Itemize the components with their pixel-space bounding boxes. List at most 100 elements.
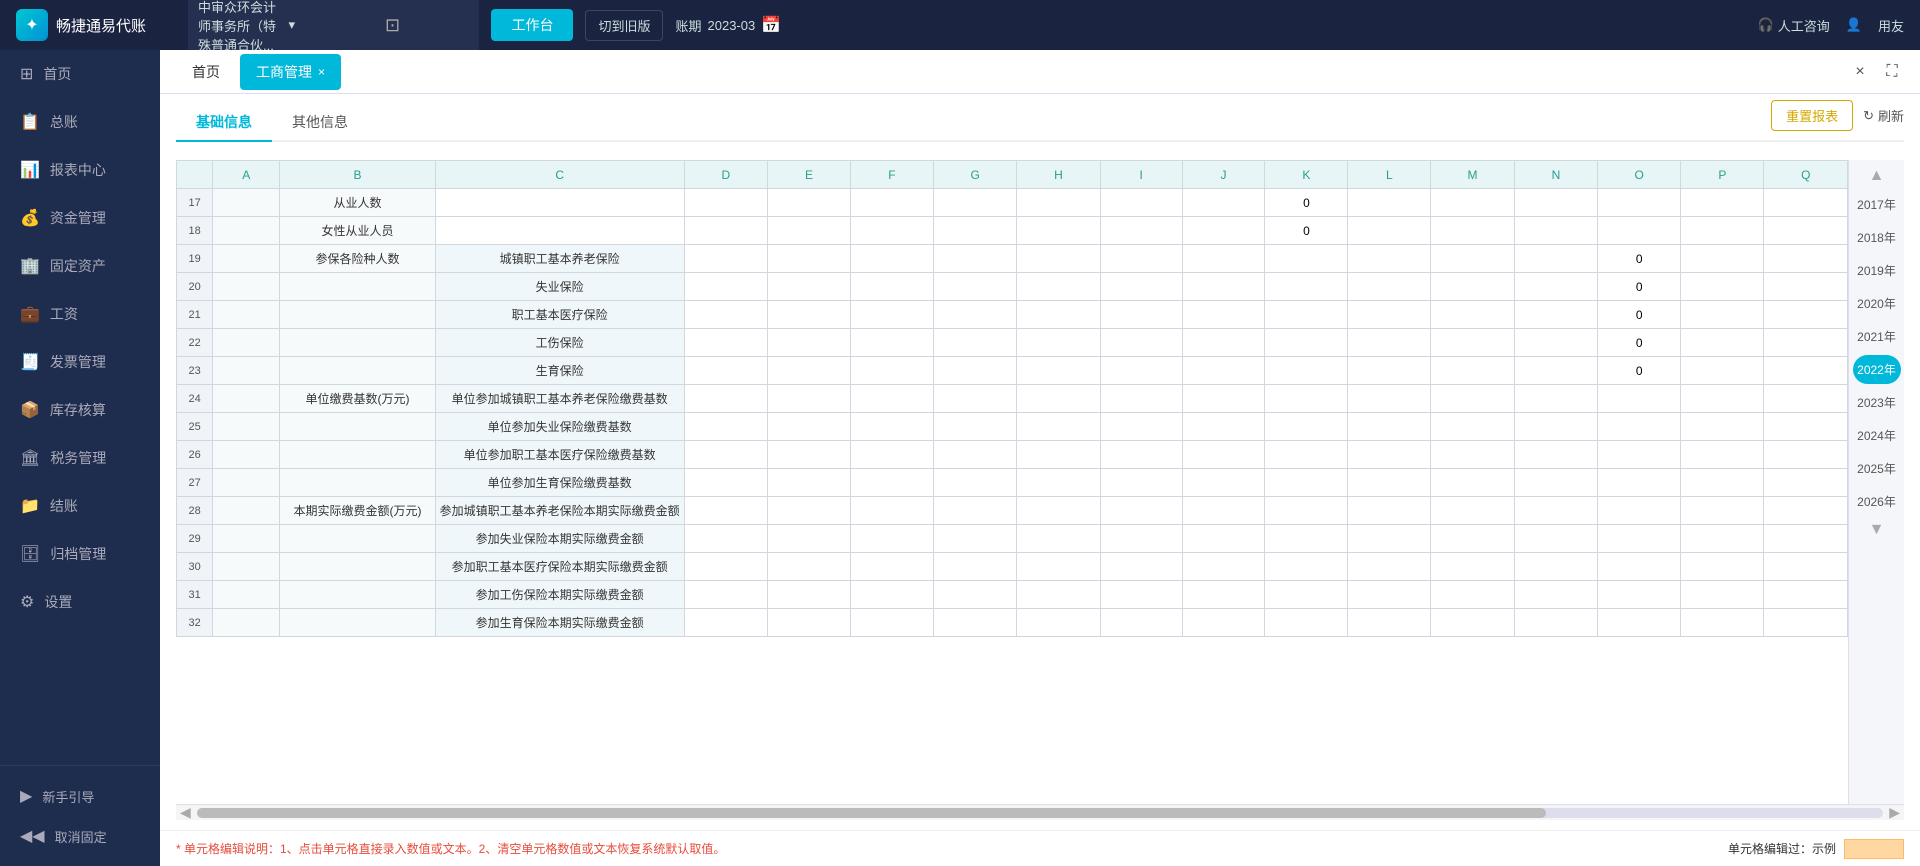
cell-17-q[interactable] <box>1764 189 1848 217</box>
cell-28-p[interactable] <box>1681 497 1764 525</box>
cell-17-k[interactable]: 0 <box>1265 189 1348 217</box>
cell-27-l[interactable] <box>1348 469 1431 497</box>
cell-19-j[interactable] <box>1182 245 1265 273</box>
sidebar-item-settings[interactable]: ⚙ 设置 <box>0 578 160 626</box>
cell-31-o[interactable] <box>1598 581 1681 609</box>
cell-29-n[interactable] <box>1514 525 1597 553</box>
cell-30-n[interactable] <box>1514 553 1597 581</box>
cell-24-c[interactable]: 单位参加城镇职工基本养老保险缴费基数 <box>435 385 684 413</box>
cell-24-d[interactable] <box>684 385 767 413</box>
cell-24-i[interactable] <box>1100 385 1182 413</box>
cell-21-a[interactable] <box>213 301 280 329</box>
cell-20-b[interactable] <box>280 273 435 301</box>
cell-24-a[interactable] <box>213 385 280 413</box>
cell-20-i[interactable] <box>1100 273 1182 301</box>
cell-30-b[interactable] <box>280 553 435 581</box>
year-2025[interactable]: 2025年 <box>1853 454 1901 483</box>
cell-24-q[interactable] <box>1764 385 1848 413</box>
cell-30-h[interactable] <box>1017 553 1100 581</box>
cell-21-o[interactable]: 0 <box>1598 301 1681 329</box>
cell-20-g[interactable] <box>933 273 1016 301</box>
year-2019[interactable]: 2019年 <box>1853 256 1901 285</box>
year-2018[interactable]: 2018年 <box>1853 223 1901 252</box>
cell-23-h[interactable] <box>1017 357 1100 385</box>
cell-29-k[interactable] <box>1265 525 1348 553</box>
cell-32-b[interactable] <box>280 609 435 637</box>
cell-17-n[interactable] <box>1514 189 1597 217</box>
sub-tab-other[interactable]: 其他信息 <box>272 104 368 142</box>
close-window-icon[interactable]: × <box>1848 60 1872 84</box>
cell-20-c[interactable]: 失业保险 <box>435 273 684 301</box>
cell-32-g[interactable] <box>933 609 1016 637</box>
cell-31-h[interactable] <box>1017 581 1100 609</box>
cell-25-b[interactable] <box>280 413 435 441</box>
cell-22-d[interactable] <box>684 329 767 357</box>
cell-19-i[interactable] <box>1100 245 1182 273</box>
cell-31-i[interactable] <box>1100 581 1182 609</box>
cell-30-m[interactable] <box>1431 553 1515 581</box>
cell-21-b[interactable] <box>280 301 435 329</box>
tab-home[interactable]: 首页 <box>176 54 236 90</box>
tab-business[interactable]: 工商管理 × <box>240 54 341 90</box>
cell-27-n[interactable] <box>1514 469 1597 497</box>
cell-27-d[interactable] <box>684 469 767 497</box>
cell-17-g[interactable] <box>933 189 1016 217</box>
cell-28-j[interactable] <box>1182 497 1265 525</box>
cell-30-q[interactable] <box>1764 553 1848 581</box>
cell-32-q[interactable] <box>1764 609 1848 637</box>
year-2026[interactable]: 2026年 <box>1853 487 1901 516</box>
cell-21-n[interactable] <box>1514 301 1597 329</box>
cell-27-e[interactable] <box>767 469 850 497</box>
cell-31-l[interactable] <box>1348 581 1431 609</box>
cell-31-q[interactable] <box>1764 581 1848 609</box>
cell-24-l[interactable] <box>1348 385 1431 413</box>
cell-30-l[interactable] <box>1348 553 1431 581</box>
cell-24-o[interactable] <box>1598 385 1681 413</box>
cell-19-p[interactable] <box>1681 245 1764 273</box>
cell-28-f[interactable] <box>851 497 934 525</box>
cell-31-a[interactable] <box>213 581 280 609</box>
cell-20-e[interactable] <box>767 273 850 301</box>
year-2021[interactable]: 2021年 <box>1853 322 1901 351</box>
cell-32-o[interactable] <box>1598 609 1681 637</box>
cell-31-f[interactable] <box>851 581 934 609</box>
cell-18-k[interactable]: 0 <box>1265 217 1348 245</box>
cell-27-h[interactable] <box>1017 469 1100 497</box>
cell-29-e[interactable] <box>767 525 850 553</box>
cell-21-e[interactable] <box>767 301 850 329</box>
ai-service[interactable]: 🎧 人工咨询 <box>1758 16 1830 35</box>
cell-21-h[interactable] <box>1017 301 1100 329</box>
cell-18-l[interactable] <box>1348 217 1431 245</box>
cell-25-a[interactable] <box>213 413 280 441</box>
cell-23-p[interactable] <box>1681 357 1764 385</box>
cell-29-d[interactable] <box>684 525 767 553</box>
cell-17-m[interactable] <box>1431 189 1515 217</box>
cell-26-k[interactable] <box>1265 441 1348 469</box>
cell-31-c[interactable]: 参加工伤保险本期实际缴费金额 <box>435 581 684 609</box>
cell-24-k[interactable] <box>1265 385 1348 413</box>
cell-23-g[interactable] <box>933 357 1016 385</box>
cell-30-k[interactable] <box>1265 553 1348 581</box>
cell-25-k[interactable] <box>1265 413 1348 441</box>
cell-21-k[interactable] <box>1265 301 1348 329</box>
cell-19-d[interactable] <box>684 245 767 273</box>
cell-32-j[interactable] <box>1182 609 1265 637</box>
cell-26-b[interactable] <box>280 441 435 469</box>
cell-24-n[interactable] <box>1514 385 1597 413</box>
cell-22-a[interactable] <box>213 329 280 357</box>
cell-23-a[interactable] <box>213 357 280 385</box>
cell-28-g[interactable] <box>933 497 1016 525</box>
cell-23-q[interactable] <box>1764 357 1848 385</box>
cell-22-j[interactable] <box>1182 329 1265 357</box>
cell-29-q[interactable] <box>1764 525 1848 553</box>
cell-27-o[interactable] <box>1598 469 1681 497</box>
calendar-icon[interactable]: 📅 <box>761 15 781 35</box>
cell-28-o[interactable] <box>1598 497 1681 525</box>
reset-button[interactable]: 重置报表 <box>1771 100 1853 131</box>
cell-27-i[interactable] <box>1100 469 1182 497</box>
cell-18-m[interactable] <box>1431 217 1515 245</box>
cell-19-b[interactable]: 参保各险种人数 <box>280 245 435 273</box>
cell-32-l[interactable] <box>1348 609 1431 637</box>
cell-26-g[interactable] <box>933 441 1016 469</box>
cell-20-l[interactable] <box>1348 273 1431 301</box>
